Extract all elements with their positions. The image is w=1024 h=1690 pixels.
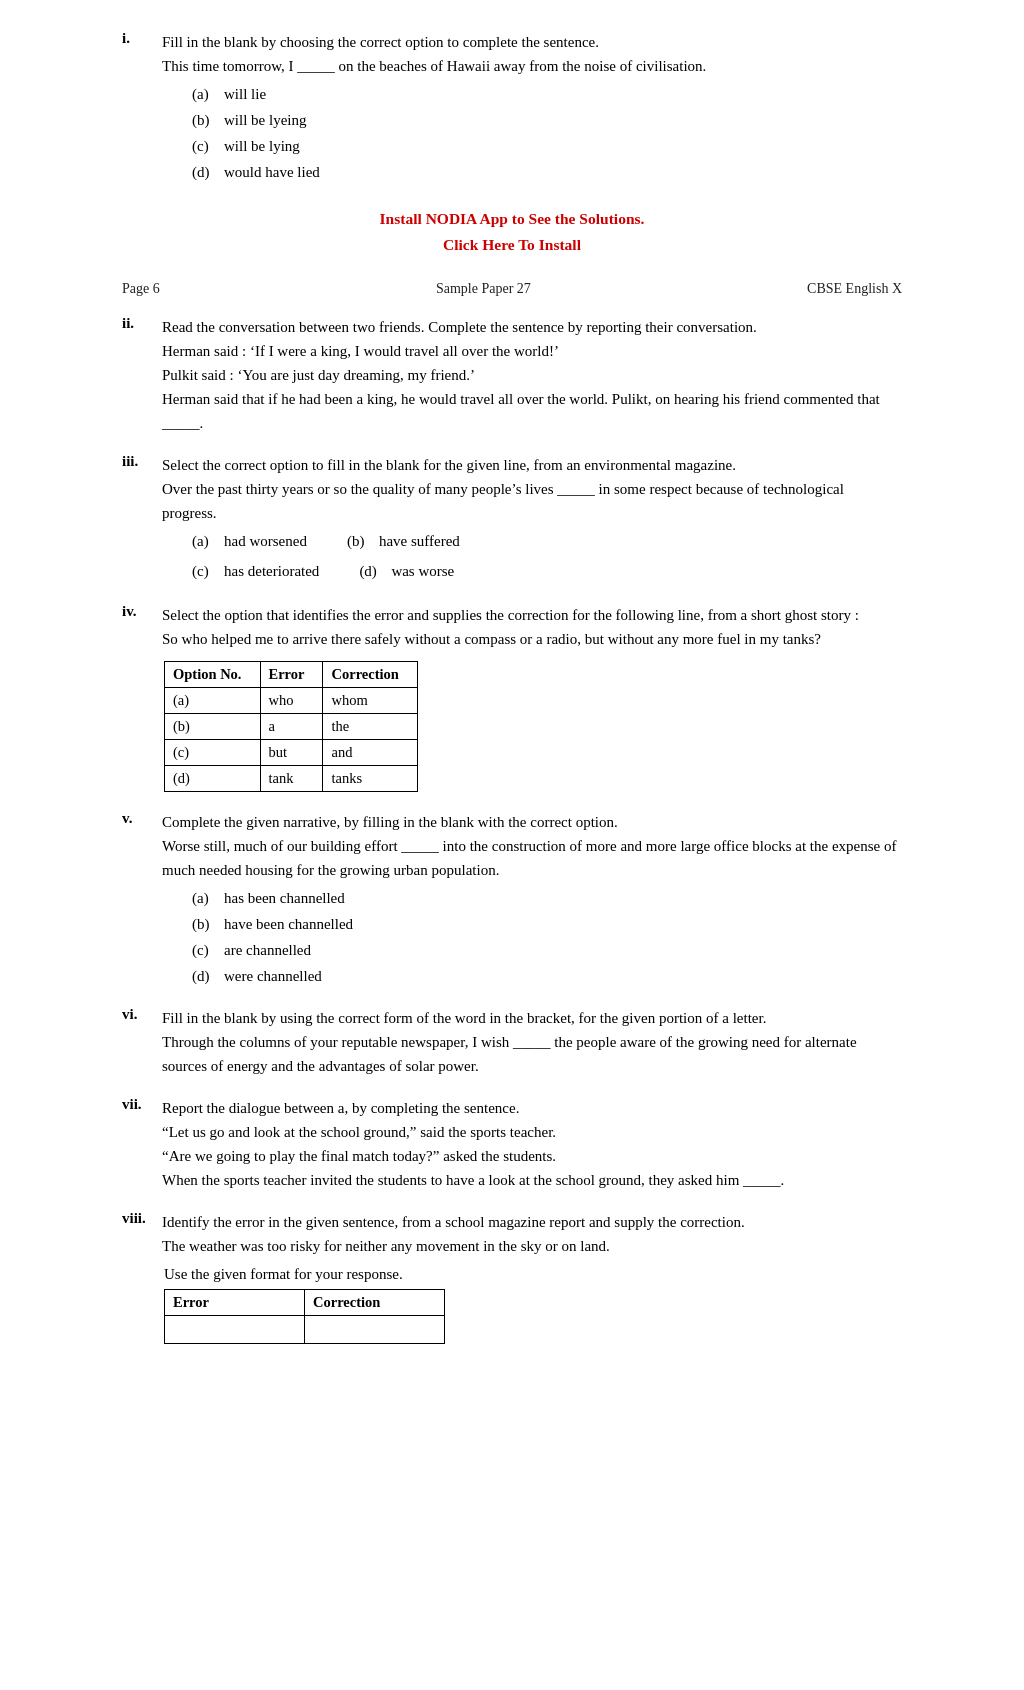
footer-left: Page 6: [122, 281, 160, 297]
option-i-d: (d) would have lied: [192, 160, 902, 184]
cta-box[interactable]: Install NODIA App to See the Solutions. …: [122, 206, 902, 259]
footer-right: CBSE English X: [807, 281, 902, 297]
option-v-b: (b) have been channelled: [192, 912, 902, 936]
q-instruction-vi: Fill in the blank by using the correct f…: [162, 1010, 766, 1026]
q-text-vi: Fill in the blank by using the correct f…: [162, 1006, 902, 1078]
q-text-iii: Select the correct option to fill in the…: [162, 453, 902, 525]
q-text-vii: Report the dialogue between a, by comple…: [162, 1096, 902, 1192]
q-num-v: v.: [122, 810, 152, 882]
options-iii: (a) had worsened (b) have suffered: [192, 529, 902, 555]
question-iii: iii. Select the correct option to fill i…: [122, 453, 902, 585]
table-row: (d) tank tanks: [165, 765, 418, 791]
q-instruction-i: Fill in the blank by choosing the correc…: [162, 34, 599, 50]
q-sentence-iii: Over the past thirty years or so the qua…: [162, 481, 844, 521]
q-instruction-viii: Identify the error in the given sentence…: [162, 1214, 745, 1230]
q-sentence-i: This time tomorrow, I _____ on the beach…: [162, 58, 706, 74]
question-ii: ii. Read the conversation between two fr…: [122, 315, 902, 435]
q-reporting: Herman said that if he had been a king, …: [162, 391, 880, 431]
q-instruction-ii: Read the conversation between two friend…: [162, 319, 757, 335]
format-text: Use the given format for your response.: [164, 1266, 902, 1283]
q-instruction-v: Complete the given narrative, by filling…: [162, 814, 618, 830]
q-vii-line2: “Are we going to play the final match to…: [162, 1148, 556, 1164]
table-row-empty: [165, 1315, 445, 1343]
option-v-c: (c) are channelled: [192, 938, 902, 962]
q-sentence-vi: Through the columns of your reputable ne…: [162, 1034, 857, 1074]
q-conv-1: Herman said : ‘If I were a king, I would…: [162, 343, 559, 359]
question-viii: viii. Identify the error in the given se…: [122, 1210, 902, 1344]
q-num-vi: vi.: [122, 1006, 152, 1078]
table-row: (c) but and: [165, 739, 418, 765]
page-footer: Page 6 Sample Paper 27 CBSE English X: [122, 281, 902, 297]
option-i-a: (a) will lie: [192, 82, 902, 106]
q-text-v: Complete the given narrative, by filling…: [162, 810, 902, 882]
q-conv-2: Pulkit said : ‘You are just day dreaming…: [162, 367, 475, 383]
table-iv: Option No. Error Correction (a) who whom…: [164, 661, 902, 792]
q-text-ii: Read the conversation between two friend…: [162, 315, 902, 435]
col-correction-viii: Correction: [305, 1289, 445, 1315]
option-i-b: (b) will be lyeing: [192, 108, 902, 132]
q-instruction-vii: Report the dialogue between a, by comple…: [162, 1100, 519, 1116]
options-i: (a) will lie (b) will be lyeing (c) will…: [192, 82, 902, 184]
q-vii-line1: “Let us go and look at the school ground…: [162, 1124, 556, 1140]
table-row: (a) who whom: [165, 687, 418, 713]
table-row: (b) a the: [165, 713, 418, 739]
q-instruction-iv: Select the option that identifies the er…: [162, 607, 859, 623]
question-i: i. Fill in the blank by choosing the cor…: [122, 30, 902, 184]
q-sentence-viii: The weather was too risky for neither an…: [162, 1238, 610, 1254]
q-sentence-v: Worse still, much of our building effort…: [162, 838, 896, 878]
option-iii-b: (b) have suffered: [347, 529, 460, 553]
q-text-i: Fill in the blank by choosing the correc…: [162, 30, 902, 78]
footer-center: Sample Paper 27: [436, 281, 531, 297]
q-text-viii: Identify the error in the given sentence…: [162, 1210, 902, 1258]
col-header-error: Error: [260, 661, 323, 687]
options-iii-row2: (c) has deteriorated (d) was worse: [192, 559, 902, 585]
q-num-iv: iv.: [122, 603, 152, 651]
q-num-vii: vii.: [122, 1096, 152, 1192]
option-iii-a: (a) had worsened: [192, 529, 307, 553]
cta-text[interactable]: Install NODIA App to See the Solutions. …: [122, 206, 902, 259]
cta-line2: Click Here To Install: [122, 232, 902, 258]
q-sentence-iv: So who helped me to arrive there safely …: [162, 631, 821, 647]
options-v: (a) has been channelled (b) have been ch…: [192, 886, 902, 988]
option-iii-c: (c) has deteriorated: [192, 559, 319, 583]
question-v: v. Complete the given narrative, by fill…: [122, 810, 902, 988]
q-text-iv: Select the option that identifies the er…: [162, 603, 902, 651]
q-num-ii: ii.: [122, 315, 152, 435]
question-vii: vii. Report the dialogue between a, by c…: [122, 1096, 902, 1192]
format-note-viii: Use the given format for your response. …: [164, 1266, 902, 1344]
q-num-i: i.: [122, 30, 152, 78]
q-vii-line3: When the sports teacher invited the stud…: [162, 1172, 784, 1188]
q-num-viii: viii.: [122, 1210, 152, 1258]
option-v-d: (d) were channelled: [192, 964, 902, 988]
error-correction-table-iv: Option No. Error Correction (a) who whom…: [164, 661, 418, 792]
cta-line1: Install NODIA App to See the Solutions.: [122, 206, 902, 232]
question-vi: vi. Fill in the blank by using the corre…: [122, 1006, 902, 1078]
option-v-a: (a) has been channelled: [192, 886, 902, 910]
col-header-option: Option No.: [165, 661, 261, 687]
col-header-correction: Correction: [323, 661, 417, 687]
question-iv: iv. Select the option that identifies th…: [122, 603, 902, 792]
col-error-viii: Error: [165, 1289, 305, 1315]
error-correction-table-viii: Error Correction: [164, 1289, 445, 1344]
q-num-iii: iii.: [122, 453, 152, 525]
option-iii-d: (d) was worse: [359, 559, 454, 583]
q-instruction-iii: Select the correct option to fill in the…: [162, 457, 736, 473]
option-i-c: (c) will be lying: [192, 134, 902, 158]
